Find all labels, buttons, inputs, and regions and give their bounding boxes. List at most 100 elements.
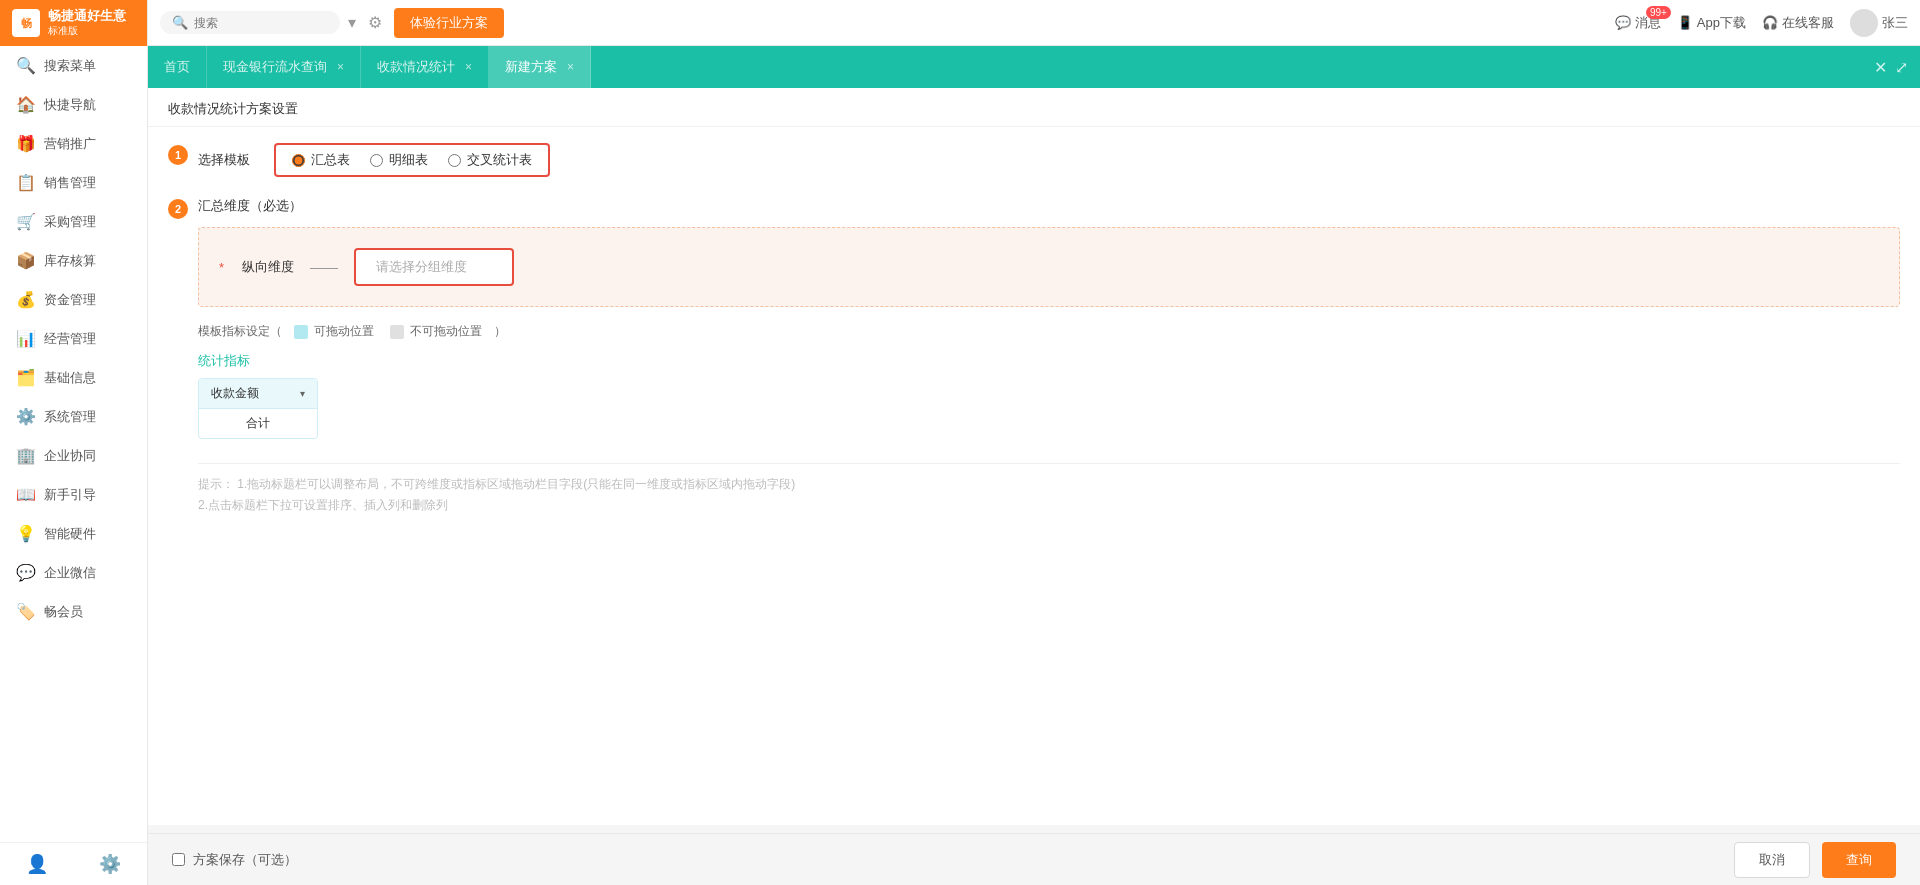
app-download-item[interactable]: 📱 App下载 xyxy=(1677,14,1746,32)
sidebar-item-label: 销售管理 xyxy=(44,174,96,192)
sidebar-item-guide[interactable]: 📖 新手引导 xyxy=(0,475,147,514)
sidebar-item-finance[interactable]: 💰 资金管理 xyxy=(0,280,147,319)
legend-fixed: 不可拖动位置 xyxy=(390,323,482,340)
topbar-search-box[interactable]: 🔍 xyxy=(160,11,340,34)
enterprise-icon: 🏢 xyxy=(16,446,36,465)
step1-badge: 1 xyxy=(168,145,188,165)
sidebar-bottom-settings[interactable]: ⚙️ xyxy=(99,853,121,875)
sidebar-bottom-user[interactable]: 👤 xyxy=(26,853,48,875)
fixed-label: 不可拖动位置 xyxy=(410,323,482,340)
query-button[interactable]: 查询 xyxy=(1822,842,1896,878)
gear-icon[interactable]: ⚙ xyxy=(368,13,382,32)
tips-section: 提示： 1.拖动标题栏可以调整布局，不可跨维度或指标区域拖动栏目字段(只能在同一… xyxy=(198,463,1900,514)
sidebar-item-wechat[interactable]: 💬 企业微信 xyxy=(0,553,147,592)
message-badge: 99+ xyxy=(1646,6,1671,19)
sidebar-item-label: 企业微信 xyxy=(44,564,96,582)
sidebar-item-label: 资金管理 xyxy=(44,291,96,309)
tab-collection-stats-close[interactable]: × xyxy=(465,60,472,74)
tabbar-actions: ✕ ⤢ xyxy=(1874,58,1920,77)
tab-new-plan-close[interactable]: × xyxy=(567,60,574,74)
sidebar-item-member[interactable]: 🏷️ 畅会员 xyxy=(0,592,147,631)
purchase-icon: 🛒 xyxy=(16,212,36,231)
metrics-section: 模板指标设定（ 可拖动位置 不可拖动位置 xyxy=(198,323,1900,439)
user-name-label: 张三 xyxy=(1882,14,1908,32)
online-service-icon: 🎧 xyxy=(1762,15,1778,30)
sidebar-item-label: 企业协同 xyxy=(44,447,96,465)
chevron-down-icon[interactable]: ▾ xyxy=(300,388,305,399)
sidebar-item-label: 搜索菜单 xyxy=(44,57,96,75)
guide-icon: 📖 xyxy=(16,485,36,504)
save-checkbox[interactable] xyxy=(172,853,185,866)
member-icon: 🏷️ xyxy=(16,602,36,621)
avatar xyxy=(1850,9,1878,37)
sidebar-item-operations[interactable]: 📊 经营管理 xyxy=(0,319,147,358)
arrow-icon: —— xyxy=(310,259,338,275)
online-service-item[interactable]: 🎧 在线客服 xyxy=(1762,14,1834,32)
wechat-icon: 💬 xyxy=(16,563,36,582)
required-mark: * xyxy=(219,260,224,275)
legend-draggable: 可拖动位置 xyxy=(294,323,374,340)
sidebar-item-sales[interactable]: 📋 销售管理 xyxy=(0,163,147,202)
message-item[interactable]: 💬 消息 99+ xyxy=(1615,14,1661,32)
app-download-label: App下载 xyxy=(1697,14,1746,32)
radio-detail-label: 明细表 xyxy=(389,151,428,169)
sidebar-item-quick-nav[interactable]: 🏠 快捷导航 xyxy=(0,85,147,124)
sales-icon: 📋 xyxy=(16,173,36,192)
radio-summary-label: 汇总表 xyxy=(311,151,350,169)
step2-badge: 2 xyxy=(168,199,188,219)
trial-button[interactable]: 体验行业方案 xyxy=(394,8,504,38)
tabbar: 首页 现金银行流水查询 × 收款情况统计 × 新建方案 × ✕ ⤢ xyxy=(148,46,1920,88)
radio-detail[interactable]: 明细表 xyxy=(370,151,428,169)
user-avatar-icon: 👤 xyxy=(26,853,48,875)
metrics-header-end: ） xyxy=(494,323,506,340)
save-label: 方案保存（可选） xyxy=(193,851,297,869)
metrics-col-header-1[interactable]: 收款金额 ▾ xyxy=(199,379,317,409)
cancel-button[interactable]: 取消 xyxy=(1734,842,1810,878)
sidebar-item-label: 库存核算 xyxy=(44,252,96,270)
sidebar-item-search-menu[interactable]: 🔍 搜索菜单 xyxy=(0,46,147,85)
sidebar-item-label: 快捷导航 xyxy=(44,96,96,114)
group-dimension-selector[interactable]: 请选择分组维度 xyxy=(354,248,514,286)
marketing-icon: 🎁 xyxy=(16,134,36,153)
tab-home[interactable]: 首页 xyxy=(148,46,207,88)
search-menu-icon: 🔍 xyxy=(16,56,36,75)
online-service-label: 在线客服 xyxy=(1782,14,1834,32)
tab-collection-stats-label: 收款情况统计 xyxy=(377,58,455,76)
sidebar-item-label: 智能硬件 xyxy=(44,525,96,543)
page-header: 收款情况统计方案设置 xyxy=(148,88,1920,127)
draggable-box xyxy=(294,325,308,339)
tab-cash-flow[interactable]: 现金银行流水查询 × xyxy=(207,46,361,88)
content-area: 收款情况统计方案设置 1 选择模板 汇总表 xyxy=(148,88,1920,885)
config-title: 汇总维度（必选） xyxy=(198,197,1900,215)
tabbar-expand-icon[interactable]: ⤢ xyxy=(1895,58,1908,77)
sidebar-item-label: 经营管理 xyxy=(44,330,96,348)
search-input[interactable] xyxy=(194,16,314,30)
tab-cash-flow-close[interactable]: × xyxy=(337,60,344,74)
tabbar-close-icon[interactable]: ✕ xyxy=(1874,58,1887,77)
radio-summary-input[interactable] xyxy=(292,154,305,167)
metrics-setting-label: 模板指标设定（ xyxy=(198,323,282,340)
sidebar-item-enterprise[interactable]: 🏢 企业协同 xyxy=(0,436,147,475)
sidebar-item-system[interactable]: ⚙️ 系统管理 xyxy=(0,397,147,436)
tab-home-label: 首页 xyxy=(164,58,190,76)
sidebar-item-inventory[interactable]: 📦 库存核算 xyxy=(0,241,147,280)
draggable-label: 可拖动位置 xyxy=(314,323,374,340)
user-name-item[interactable]: 张三 xyxy=(1850,9,1908,37)
sidebar: 畅 畅捷通好生意 标准版 🔍 搜索菜单 🏠 快捷导航 🎁 营销推广 📋 销售管理… xyxy=(0,0,148,885)
radio-cross[interactable]: 交叉统计表 xyxy=(448,151,532,169)
content-inner: 收款情况统计方案设置 1 选择模板 汇总表 xyxy=(148,88,1920,825)
sidebar-item-basic-info[interactable]: 🗂️ 基础信息 xyxy=(0,358,147,397)
sidebar-item-label: 营销推广 xyxy=(44,135,96,153)
radio-detail-input[interactable] xyxy=(370,154,383,167)
radio-summary[interactable]: 汇总表 xyxy=(292,151,350,169)
sidebar-item-label: 基础信息 xyxy=(44,369,96,387)
dropdown-arrow-icon[interactable]: ▾ xyxy=(348,13,356,32)
tab-new-plan[interactable]: 新建方案 × xyxy=(489,46,591,88)
radio-cross-input[interactable] xyxy=(448,154,461,167)
metrics-header: 模板指标设定（ 可拖动位置 不可拖动位置 xyxy=(198,323,1900,340)
sidebar-item-purchase[interactable]: 🛒 采购管理 xyxy=(0,202,147,241)
sidebar-item-smart-hw[interactable]: 💡 智能硬件 xyxy=(0,514,147,553)
tab-collection-stats[interactable]: 收款情况统计 × xyxy=(361,46,489,88)
main-section: 1 选择模板 汇总表 明细表 xyxy=(148,127,1920,554)
sidebar-item-marketing[interactable]: 🎁 营销推广 xyxy=(0,124,147,163)
